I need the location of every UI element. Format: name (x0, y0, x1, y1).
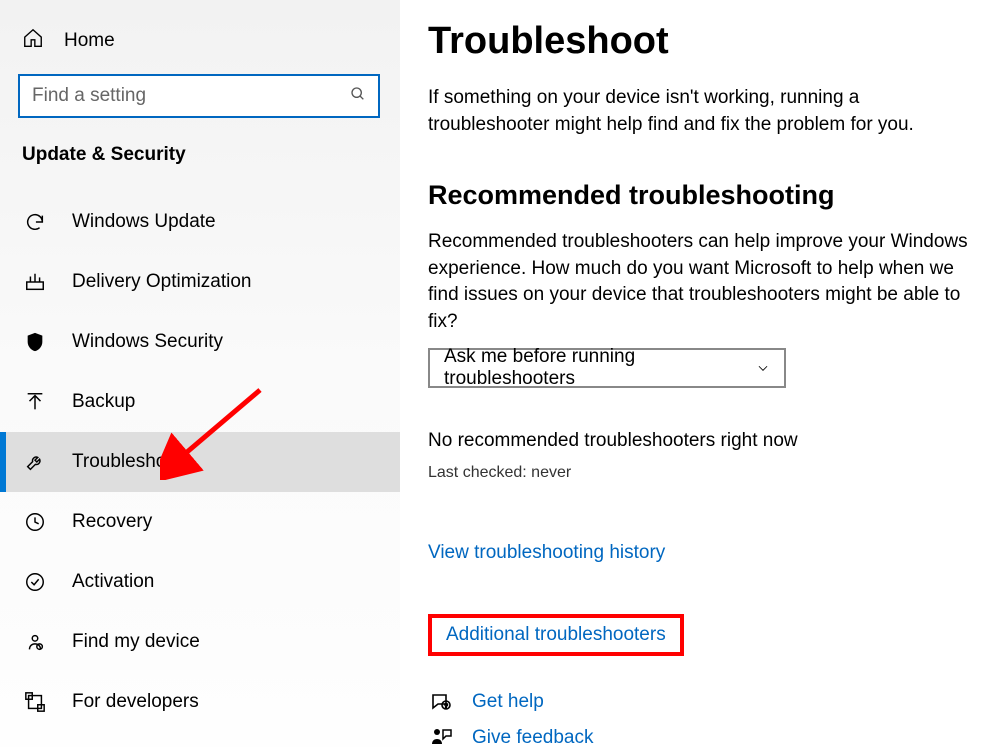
sidebar: Home Update & Security Windows Update (0, 0, 400, 747)
sidebar-item-label: Activation (72, 571, 154, 593)
chat-help-icon: ? (428, 690, 454, 714)
home-label: Home (64, 30, 115, 52)
wrench-icon (24, 451, 46, 473)
additional-troubleshooters-link[interactable]: Additional troubleshooters (446, 624, 666, 646)
page-title: Troubleshoot (428, 20, 968, 63)
delivery-icon (24, 271, 46, 293)
sidebar-item-label: Troubleshoot (72, 451, 182, 473)
sidebar-item-for-developers[interactable]: For developers (0, 672, 400, 732)
sidebar-item-delivery-optimization[interactable]: Delivery Optimization (0, 252, 400, 312)
home-icon (22, 27, 44, 55)
main-content: Troubleshoot If something on your device… (428, 0, 1008, 747)
chevron-down-icon (756, 361, 770, 375)
shield-icon (24, 331, 46, 353)
sidebar-item-backup[interactable]: Backup (0, 372, 400, 432)
recommended-heading: Recommended troubleshooting (428, 180, 968, 211)
recommended-description: Recommended troubleshooters can help imp… (428, 229, 968, 335)
sidebar-item-recovery[interactable]: Recovery (0, 492, 400, 552)
find-device-icon (24, 631, 46, 653)
sidebar-item-label: Find my device (72, 631, 200, 653)
last-checked-status: Last checked: never (428, 464, 968, 482)
sidebar-item-label: Windows Security (72, 331, 223, 353)
sidebar-item-windows-security[interactable]: Windows Security (0, 312, 400, 372)
no-recommended-status: No recommended troubleshooters right now (428, 430, 968, 452)
sidebar-item-windows-update[interactable]: Windows Update (0, 192, 400, 252)
sidebar-item-troubleshoot[interactable]: Troubleshoot (0, 432, 400, 492)
sidebar-item-activation[interactable]: Activation (0, 552, 400, 612)
sidebar-item-label: Recovery (72, 511, 152, 533)
section-title: Update & Security (0, 144, 400, 166)
check-circle-icon (24, 571, 46, 593)
get-help-link[interactable]: Get help (472, 691, 544, 713)
recovery-icon (24, 511, 46, 533)
feedback-icon (428, 726, 454, 750)
nav-list: Windows Update Delivery Optimization Win… (0, 192, 400, 732)
search-input[interactable] (18, 74, 380, 118)
search-field[interactable] (32, 85, 350, 107)
intro-text: If something on your device isn't workin… (428, 85, 968, 138)
sidebar-item-find-my-device[interactable]: Find my device (0, 612, 400, 672)
sidebar-item-label: Delivery Optimization (72, 271, 252, 293)
search-icon (350, 86, 366, 107)
sidebar-item-label: Backup (72, 391, 135, 413)
troubleshooter-preference-dropdown[interactable]: Ask me before running troubleshooters (428, 348, 786, 388)
additional-troubleshooters-highlight: Additional troubleshooters (428, 614, 684, 656)
dropdown-selected-value: Ask me before running troubleshooters (444, 346, 756, 390)
home-button[interactable]: Home (0, 12, 400, 70)
developers-icon (24, 691, 46, 713)
view-history-link[interactable]: View troubleshooting history (428, 542, 665, 564)
sidebar-item-label: Windows Update (72, 211, 216, 233)
give-feedback-row[interactable]: Give feedback (428, 726, 968, 750)
backup-icon (24, 391, 46, 413)
sync-icon (24, 211, 46, 233)
give-feedback-link[interactable]: Give feedback (472, 727, 593, 749)
get-help-row[interactable]: ? Get help (428, 690, 968, 714)
sidebar-item-label: For developers (72, 691, 199, 713)
